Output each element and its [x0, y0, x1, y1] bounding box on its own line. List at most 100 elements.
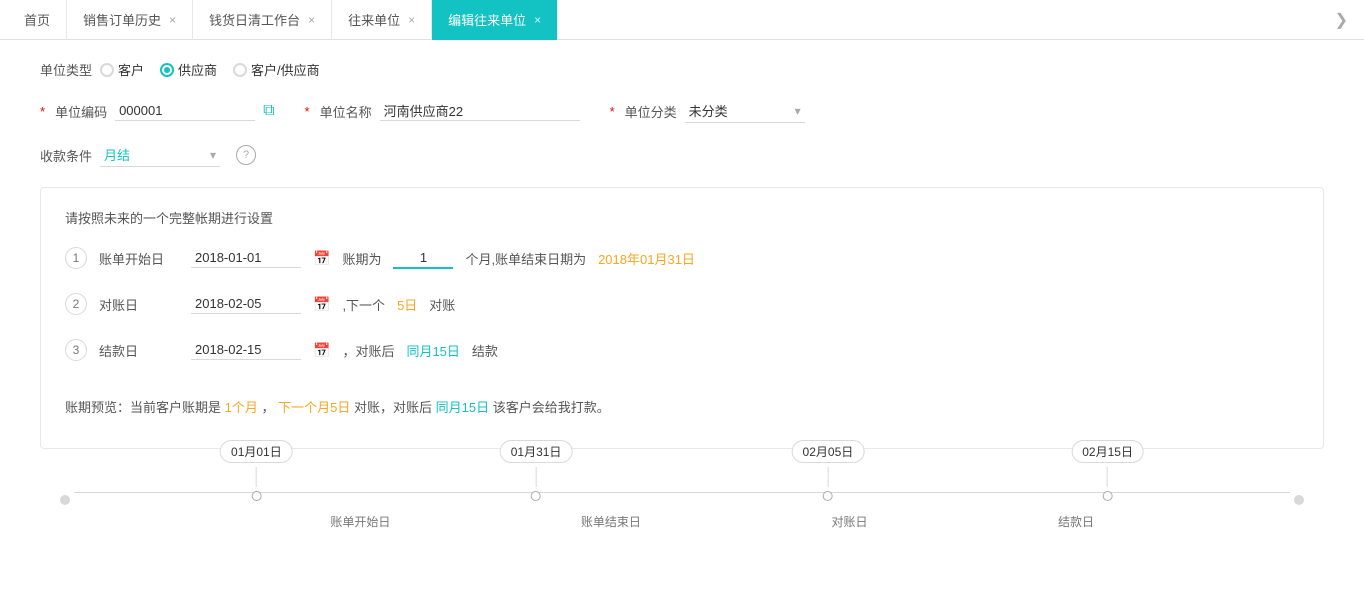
- timeline-point-2: 01月31日: [500, 440, 573, 501]
- step-3-prefix: ，对账后: [342, 341, 394, 360]
- unit-code-label: 单位编码: [55, 102, 107, 121]
- radio-circle-supplier: [160, 63, 174, 77]
- step-3-calendar-icon[interactable]: 📅: [313, 342, 330, 359]
- payment-terms-row: 收款条件 月结 ▾ ?: [40, 143, 1324, 167]
- help-icon[interactable]: ?: [236, 145, 256, 165]
- radio-label-both: 客户/供应商: [251, 60, 320, 79]
- step-2-num: 2: [65, 293, 87, 315]
- unit-category-select[interactable]: 未分类 ▾: [685, 99, 805, 123]
- timeline-sublabels: 账单开始日 账单结束日 对账日 结款日: [60, 513, 1304, 530]
- unit-name-label: 单位名称: [320, 102, 372, 121]
- radio-label-customer: 客户: [118, 60, 144, 79]
- step-3-row: 3 结款日 📅 ，对账后 同月15日 结款: [65, 339, 1299, 361]
- timeline-date-1: 01月01日: [220, 440, 293, 463]
- timeline-dot-2: [531, 491, 541, 501]
- step-2-calendar-icon[interactable]: 📅: [313, 296, 330, 313]
- step-2-prefix: ,下一个: [342, 295, 385, 314]
- step-2-day-highlight: 5日: [397, 295, 417, 314]
- timeline-date-4: 02月15日: [1071, 440, 1144, 463]
- timeline-connector-1: [256, 467, 257, 487]
- timeline-right-dot: [1294, 495, 1304, 505]
- unit-name-input[interactable]: [380, 101, 580, 121]
- required-star-name: *: [305, 104, 310, 119]
- preview-mid: ，: [262, 400, 275, 415]
- tab-bar: 首页 销售订单历史 × 钱货日清工作台 × 往来单位 × 编辑往来单位 × ❯: [0, 0, 1364, 40]
- timeline-point-4: 02月15日: [1071, 440, 1144, 501]
- tab-close-edit-contact[interactable]: ×: [534, 13, 541, 27]
- timeline-sublabel-3: 对账日: [831, 513, 867, 530]
- step-2-suffix: 对账: [429, 295, 455, 314]
- payment-terms-select[interactable]: 月结 ▾: [100, 143, 220, 167]
- step-2-date-input[interactable]: [191, 294, 301, 314]
- step-3-suffix: 结款: [472, 341, 498, 360]
- tab-home[interactable]: 首页: [8, 0, 67, 40]
- period-settings-card: 请按照未来的一个完整帐期进行设置 1 账单开始日 📅 账期为 个月,账单结束日期…: [40, 187, 1324, 449]
- timeline-connector-2: [536, 467, 537, 487]
- step-1-label: 账单开始日: [99, 249, 179, 268]
- payment-terms-field: 收款条件 月结 ▾ ?: [40, 143, 256, 167]
- step-3-day-highlight: 同月15日: [406, 341, 459, 360]
- radio-both[interactable]: 客户/供应商: [233, 60, 320, 79]
- tab-close-sales-history[interactable]: ×: [169, 13, 176, 27]
- timeline-sublabel-2: 账单结束日: [581, 513, 641, 530]
- step-1-row: 1 账单开始日 📅 账期为 个月,账单结束日期为 2018年01月31日: [65, 247, 1299, 269]
- tab-edit-contact[interactable]: 编辑往来单位 ×: [432, 0, 558, 40]
- unit-type-row: 单位类型 客户 供应商 客户/供应商: [40, 60, 1324, 79]
- timeline-sublabel-4: 结款日: [1058, 513, 1094, 530]
- unit-category-value: 未分类: [689, 101, 789, 120]
- unit-name-field: * 单位名称: [305, 101, 580, 121]
- timeline-point-1: 01月01日: [220, 440, 293, 501]
- preview-end: 该客户会给我打款。: [493, 400, 610, 415]
- unit-code-input[interactable]: [115, 101, 255, 121]
- step-1-period-input[interactable]: [393, 248, 453, 269]
- unit-type-field: 单位类型 客户 供应商 客户/供应商: [40, 60, 320, 79]
- step-1-mid-text: 账期为: [342, 249, 381, 268]
- timeline-date-3: 02月05日: [792, 440, 865, 463]
- preview-label: 账期预览：当前客户账期是: [65, 400, 221, 415]
- required-star-code: *: [40, 104, 45, 119]
- step-3-date-input[interactable]: [191, 340, 301, 360]
- step-2-row: 2 对账日 📅 ,下一个 5日 对账: [65, 293, 1299, 315]
- timeline-wrapper: 01月01日 01月31日 02月05日 02月15日: [40, 459, 1324, 530]
- radio-label-supplier: 供应商: [178, 60, 217, 79]
- timeline-connector-3: [827, 467, 828, 487]
- tab-contacts[interactable]: 往来单位 ×: [332, 0, 432, 40]
- payment-terms-label: 收款条件: [40, 146, 92, 165]
- step-3-label: 结款日: [99, 341, 179, 360]
- timeline-date-2: 01月31日: [500, 440, 573, 463]
- step-1-period-unit: 个月,账单结束日期为: [465, 249, 586, 268]
- timeline-dot-4: [1103, 491, 1113, 501]
- payment-terms-value: 月结: [104, 145, 204, 164]
- timeline-connector-4: [1107, 467, 1108, 487]
- copy-icon[interactable]: ⧉: [263, 102, 274, 120]
- step-1-num: 1: [65, 247, 87, 269]
- radio-supplier[interactable]: 供应商: [160, 60, 217, 79]
- tab-expand-icon[interactable]: ❯: [1327, 10, 1356, 30]
- radio-circle-both: [233, 63, 247, 77]
- timeline-full-row: 01月01日 01月31日 02月05日 02月15日: [60, 479, 1304, 505]
- timeline-dot-3: [823, 491, 833, 501]
- unit-type-label: 单位类型: [40, 60, 92, 79]
- timeline-dot-1: [251, 491, 261, 501]
- preview-mid2: 对账，对账后: [354, 400, 432, 415]
- timeline-left-dot: [60, 495, 70, 505]
- preview-part2: 下一个月5日: [278, 400, 350, 415]
- card-title: 请按照未来的一个完整帐期进行设置: [65, 208, 1299, 227]
- step-2-label: 对账日: [99, 295, 179, 314]
- tab-close-cashflow[interactable]: ×: [308, 13, 315, 27]
- preview-row: 账期预览：当前客户账期是 1个月 ， 下一个月5日 对账，对账后 同月15日 该…: [65, 385, 1299, 428]
- radio-customer[interactable]: 客户: [100, 60, 144, 79]
- timeline-point-3: 02月05日: [792, 440, 865, 501]
- unit-category-field: * 单位分类 未分类 ▾: [610, 99, 805, 123]
- main-content: 单位类型 客户 供应商 客户/供应商 * 单位编码: [0, 40, 1364, 608]
- tab-sales-history[interactable]: 销售订单历史 ×: [67, 0, 193, 40]
- unit-code-field: * 单位编码 ⧉: [40, 101, 275, 121]
- tab-close-contacts[interactable]: ×: [408, 13, 415, 27]
- preview-part1: 1个月: [225, 400, 258, 415]
- timeline-line: 01月01日 01月31日 02月05日 02月15日: [74, 492, 1290, 493]
- tab-cashflow[interactable]: 钱货日清工作台 ×: [193, 0, 332, 40]
- step-1-date-input[interactable]: [191, 248, 301, 268]
- step-1-calendar-icon[interactable]: 📅: [313, 250, 330, 267]
- timeline-sublabel-1: 账单开始日: [330, 513, 390, 530]
- step-1-end-date: 2018年01月31日: [598, 249, 695, 268]
